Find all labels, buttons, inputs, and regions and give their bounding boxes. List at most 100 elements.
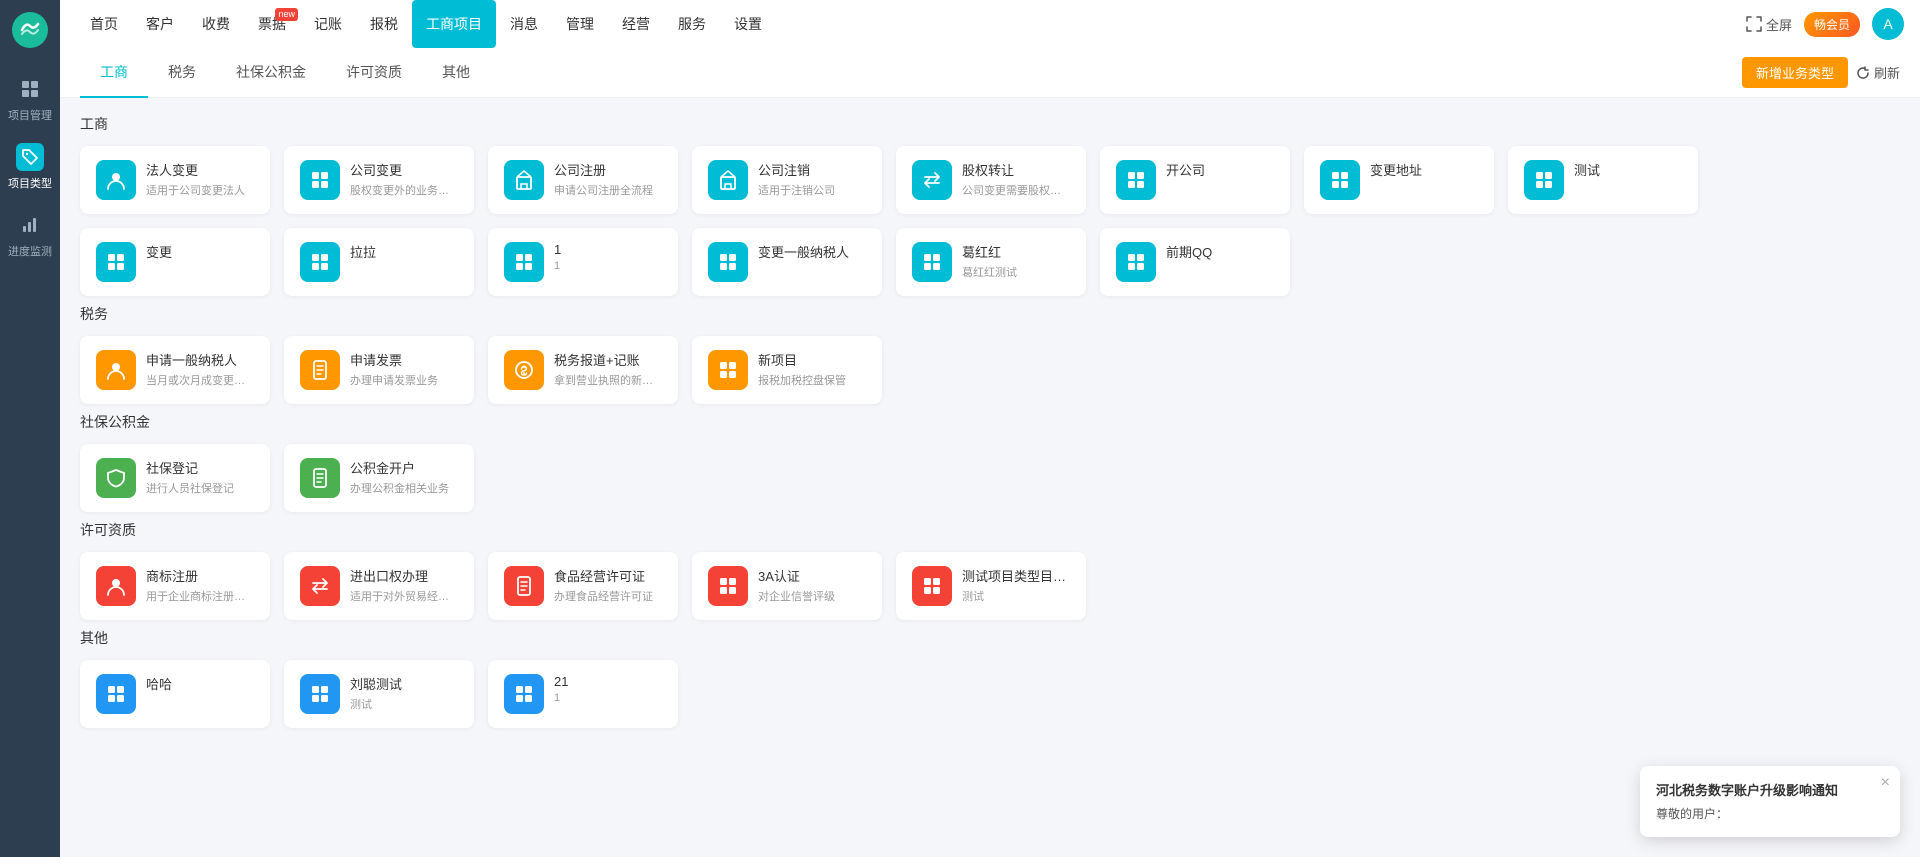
card-liucong-test[interactable]: 刘聪测试 测试 bbox=[284, 660, 474, 728]
card-new-project[interactable]: 新项目 报税加税控盘保管 bbox=[692, 336, 882, 404]
grid5-icon bbox=[96, 242, 136, 282]
card-text: 变更地址 bbox=[1370, 160, 1478, 182]
card-21[interactable]: 21 1 bbox=[488, 660, 678, 728]
new-type-button[interactable]: 新增业务类型 bbox=[1742, 57, 1848, 88]
card-apply-taxpayer[interactable]: 申请一般纳税人 当月或次月成变更完成 bbox=[80, 336, 270, 404]
card-test-project-type[interactable]: 测试项目类型目定义 测试 bbox=[896, 552, 1086, 620]
grid12-icon bbox=[708, 566, 748, 606]
tab-other[interactable]: 其他 bbox=[422, 48, 490, 98]
grid14-icon bbox=[96, 674, 136, 714]
card-qianqi[interactable]: 前期QQ bbox=[1100, 228, 1290, 296]
card-apply-invoice[interactable]: 申请发票 办理申请发票业务 bbox=[284, 336, 474, 404]
nav-operation[interactable]: 经营 bbox=[608, 0, 664, 48]
sidebar-item-project-type[interactable]: 项目类型 bbox=[0, 133, 60, 201]
chart-icon bbox=[16, 211, 44, 239]
card-text: 公司注册 申请公司注册全流程 bbox=[554, 160, 662, 198]
avatar[interactable]: A bbox=[1872, 8, 1904, 40]
nav-message[interactable]: 消息 bbox=[496, 0, 552, 48]
card-text: 商标注册 用于企业商标注册服务 bbox=[146, 566, 254, 604]
fullscreen-icon bbox=[1746, 16, 1762, 32]
nav-service[interactable]: 服务 bbox=[664, 0, 720, 48]
nav-settings[interactable]: 设置 bbox=[720, 0, 776, 48]
card-text: 测试 bbox=[1574, 160, 1682, 182]
tab-tax[interactable]: 税务 bbox=[148, 48, 216, 98]
card-text: 股权转让 公司变更需要股权转让 bbox=[962, 160, 1070, 198]
main-area: 首页 客户 收费 票据 new 记账 报税 工商项目 消息 管理 经营 服务 设… bbox=[60, 0, 1920, 857]
tab-business[interactable]: 工商 bbox=[80, 48, 148, 98]
cards-grid-tax: 申请一般纳税人 当月或次月成变更完成 申请发票 办理申请发票业务 bbox=[80, 336, 1900, 404]
doc3-icon bbox=[504, 566, 544, 606]
card-text: 变更一般纳税人 bbox=[758, 242, 866, 264]
card-import-export[interactable]: 进出口权办理 适用于对外贸易经营者 bbox=[284, 552, 474, 620]
tabs: 工商 税务 社保公积金 许可资质 其他 bbox=[80, 48, 490, 97]
grid3-icon bbox=[1320, 160, 1360, 200]
grid4-icon bbox=[1524, 160, 1564, 200]
fullscreen-btn[interactable]: 全屏 bbox=[1746, 15, 1792, 34]
notification-close-btn[interactable]: × bbox=[1881, 774, 1890, 792]
nav-customer[interactable]: 客户 bbox=[132, 0, 188, 48]
tab-bar: 工商 税务 社保公积金 许可资质 其他 新增业务类型 刷新 bbox=[60, 48, 1920, 98]
nav-tax[interactable]: 报税 bbox=[356, 0, 412, 48]
card-company-register[interactable]: 公司注册 申请公司注册全流程 bbox=[488, 146, 678, 214]
person3-icon bbox=[96, 566, 136, 606]
shield-icon bbox=[96, 458, 136, 498]
card-test[interactable]: 测试 bbox=[1508, 146, 1698, 214]
sidebar: 项目管理 项目类型 进度监测 bbox=[0, 0, 60, 857]
card-text: 刘聪测试 测试 bbox=[350, 674, 458, 712]
card-text: 申请发票 办理申请发票业务 bbox=[350, 350, 458, 388]
card-equity-transfer[interactable]: 股权转让 公司变更需要股权转让 bbox=[896, 146, 1086, 214]
sidebar-logo bbox=[10, 10, 50, 50]
grid11-icon bbox=[708, 350, 748, 390]
card-text: 社保登记 进行人员社保登记 bbox=[146, 458, 254, 496]
nav-home[interactable]: 首页 bbox=[76, 0, 132, 48]
page-content: 工商 税务 社保公积金 许可资质 其他 新增业务类型 刷新 bbox=[60, 48, 1920, 857]
card-text: 公积金开户 办理公积金相关业务 bbox=[350, 458, 458, 496]
card-text: 税务报道+记账 拿到营业执照的新公司 bbox=[554, 350, 662, 388]
card-haha[interactable]: 哈哈 bbox=[80, 660, 270, 728]
tab-social[interactable]: 社保公积金 bbox=[216, 48, 326, 98]
nav-manage[interactable]: 管理 bbox=[552, 0, 608, 48]
card-lala[interactable]: 拉拉 bbox=[284, 228, 474, 296]
building2-icon bbox=[708, 160, 748, 200]
grid7-icon bbox=[504, 242, 544, 282]
card-1[interactable]: 1 1 bbox=[488, 228, 678, 296]
grid2-icon bbox=[1116, 160, 1156, 200]
section-title-business: 工商 bbox=[80, 114, 1900, 134]
card-open-company[interactable]: 开公司 bbox=[1100, 146, 1290, 214]
card-company-change[interactable]: 公司变更 股权变更外的业务变更 bbox=[284, 146, 474, 214]
sidebar-item-progress[interactable]: 进度监测 bbox=[0, 201, 60, 269]
section-content: 工商 法人变更 适用于公司变更法人 bbox=[60, 98, 1920, 752]
card-food-license[interactable]: 食品经营许可证 办理食品经营许可证 bbox=[488, 552, 678, 620]
grid13-icon bbox=[912, 566, 952, 606]
card-social-register[interactable]: 社保登记 进行人员社保登记 bbox=[80, 444, 270, 512]
nav-fee[interactable]: 收费 bbox=[188, 0, 244, 48]
sidebar-item-project-manage[interactable]: 项目管理 bbox=[0, 65, 60, 133]
card-text: 哈哈 bbox=[146, 674, 254, 696]
tab-license[interactable]: 许可资质 bbox=[326, 48, 422, 98]
card-text: 公司变更 股权变更外的业务变更 bbox=[350, 160, 458, 198]
refresh-icon bbox=[1856, 66, 1870, 80]
card-trademark[interactable]: 商标注册 用于企业商标注册服务 bbox=[80, 552, 270, 620]
card-change-address[interactable]: 变更地址 bbox=[1304, 146, 1494, 214]
card-legal-change[interactable]: 法人变更 适用于公司变更法人 bbox=[80, 146, 270, 214]
nav-ticket[interactable]: 票据 new bbox=[244, 0, 300, 48]
refresh-button[interactable]: 刷新 bbox=[1856, 63, 1900, 82]
person-icon bbox=[96, 160, 136, 200]
card-fund-account[interactable]: 公积金开户 办理公积金相关业务 bbox=[284, 444, 474, 512]
tab-actions: 新增业务类型 刷新 bbox=[1742, 57, 1900, 88]
card-change2[interactable]: 变更 bbox=[80, 228, 270, 296]
notification-title: 河北税务数字账户升级影响通知 bbox=[1656, 780, 1884, 799]
grid6-icon bbox=[300, 242, 340, 282]
card-3a-cert[interactable]: 3A认证 对企业信誉评级 bbox=[692, 552, 882, 620]
nav-business-project[interactable]: 工商项目 bbox=[412, 0, 496, 48]
card-gehonghong[interactable]: 葛红红 葛红红测试 bbox=[896, 228, 1086, 296]
card-tax-report-book[interactable]: 税务报道+记账 拿到营业执照的新公司 bbox=[488, 336, 678, 404]
grid-icon bbox=[16, 75, 44, 103]
grid16-icon bbox=[504, 674, 544, 714]
vip-btn[interactable]: 畅会员 bbox=[1804, 12, 1860, 37]
cards-grid-other: 哈哈 刘聪测试 测试 bbox=[80, 660, 1900, 728]
nav-bookkeeping[interactable]: 记账 bbox=[300, 0, 356, 48]
card-text: 前期QQ bbox=[1166, 242, 1274, 264]
card-company-cancel[interactable]: 公司注销 适用于注销公司 bbox=[692, 146, 882, 214]
card-change-taxpayer[interactable]: 变更一般纳税人 bbox=[692, 228, 882, 296]
